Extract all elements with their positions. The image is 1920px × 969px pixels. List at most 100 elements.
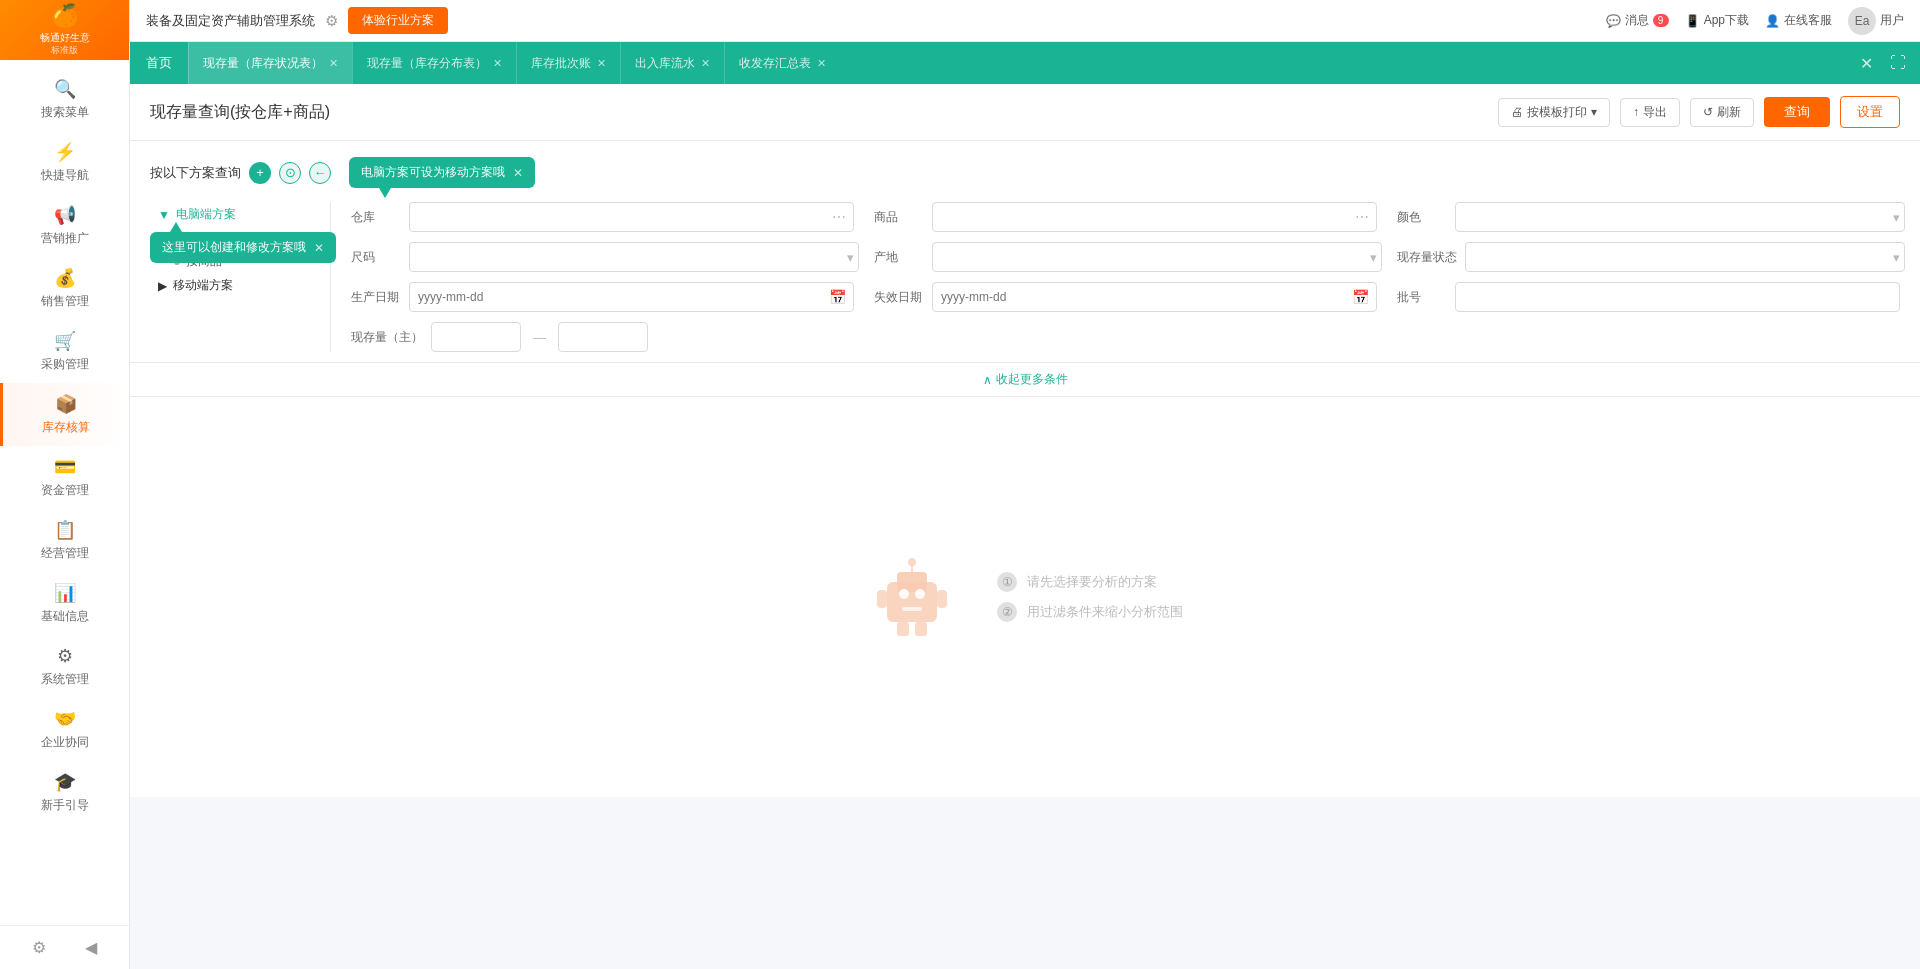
svg-rect-8 [915,622,927,636]
color-label: 颜色 [1397,209,1447,226]
inventory-status-select[interactable] [1465,242,1905,272]
basic-icon: 📊 [54,582,76,604]
filter-row-color: 颜色 ▾ [1397,202,1900,232]
industry-solution-button[interactable]: 体验行业方案 [348,7,448,34]
tab-inventory-dist-close[interactable]: ✕ [493,57,502,70]
warehouse-input-wrap: ⋯ [409,202,854,232]
empty-tip-2: ② 用过滤条件来缩小分析范围 [997,602,1183,622]
sidebar-logo: 🍊 畅通好生意 标准版 [0,0,129,60]
svg-point-10 [908,558,916,566]
warehouse-dots-icon[interactable]: ⋯ [832,209,846,225]
tab-inventory-status[interactable]: 现存量（库存状况表） ✕ [188,42,352,84]
guide-icon: 🎓 [54,771,76,793]
expiry-date-wrap: 📅 [932,282,1377,312]
refresh-button[interactable]: ↺ 刷新 [1690,98,1754,127]
header-online-support[interactable]: 👤 在线客服 [1765,12,1832,29]
sidebar-item-enterprise[interactable]: 🤝 企业协同 [0,698,129,761]
svg-point-2 [899,589,909,599]
tab-collection-close[interactable]: ✕ [817,57,826,70]
tabs-maximize-icon[interactable]: ⛶ [1884,49,1912,77]
filter-back-button[interactable]: ← [309,162,331,184]
tab-in-out[interactable]: 出入库流水 ✕ [620,42,724,84]
sidebar-item-sales[interactable]: 💰 销售管理 [0,257,129,320]
svg-rect-7 [897,622,909,636]
origin-select[interactable] [932,242,1382,272]
logo-icon: 🍊 [51,3,78,29]
inventory-status-label: 现存量状态 [1397,249,1457,266]
color-select[interactable] [1455,202,1905,232]
sidebar-item-finance[interactable]: 💳 资金管理 [0,446,129,509]
warehouse-input[interactable] [409,202,854,232]
expiry-date-input[interactable] [932,282,1377,312]
inventory-main-to[interactable] [558,322,648,352]
filter-copy-button[interactable]: ⊙ [279,162,301,184]
sidebar-item-marketing[interactable]: 📢 营销推广 [0,194,129,257]
content-area: ① 请先选择要分析的方案 ② 用过滤条件来缩小分析范围 [130,397,1920,797]
sidebar-item-search[interactable]: 🔍 搜索菜单 [0,68,129,131]
production-date-input[interactable] [409,282,854,312]
tab-home[interactable]: 首页 [130,42,188,84]
sidebar-settings-icon[interactable]: ⚙ [32,938,46,957]
sidebar-collapse-icon[interactable]: ◀ [85,938,97,957]
logo-title: 畅通好生意 [40,31,90,44]
main-content: 现存量查询(按仓库+商品) 🖨 按模板打印 ▾ ↑ 导出 ↺ 刷新 查询 设置 … [130,84,1920,969]
inventory-main-from[interactable] [431,322,521,352]
marketing-icon: 📢 [54,204,76,226]
template-print-button[interactable]: 🖨 按模板打印 ▾ [1498,98,1610,127]
filter-row-inventory-main: 现存量（主） — [351,322,854,352]
header-notifications[interactable]: 💬 消息 9 [1606,12,1669,29]
tab-collection[interactable]: 收发存汇总表 ✕ [724,42,840,84]
notifications-icon: 💬 [1606,14,1621,28]
sidebar-item-basic[interactable]: 📊 基础信息 [0,572,129,635]
sidebar-item-inventory-label: 库存核算 [42,419,90,436]
collapse-bar[interactable]: ∧ 收起更多条件 [130,363,1920,397]
filter-add-button[interactable]: + [249,162,271,184]
tab-inventory-status-close[interactable]: ✕ [329,57,338,70]
tip-2-num: ② [997,602,1017,622]
query-button[interactable]: 查询 [1764,97,1830,127]
size-select[interactable] [409,242,859,272]
empty-illustration [867,552,957,642]
filter-row-size: 尺码 ▾ [351,242,854,272]
scheme-tooltip-text: 电脑方案可设为移动方案哦 [361,164,505,181]
tab-batch-account-close[interactable]: ✕ [597,57,606,70]
goods-input[interactable] [932,202,1377,232]
filter-row-expiry-date: 失效日期 📅 [874,282,1377,312]
tab-in-out-close[interactable]: ✕ [701,57,710,70]
header-app-download[interactable]: 📱 App下载 [1685,12,1749,29]
purchase-icon: 🛒 [54,330,76,352]
back-icon: ← [314,165,327,180]
sidebar-item-guide[interactable]: 🎓 新手引导 [0,761,129,824]
sidebar-item-purchase[interactable]: 🛒 采购管理 [0,320,129,383]
app-download-label: App下载 [1704,12,1749,29]
sidebar-item-quicknav[interactable]: ⚡ 快捷导航 [0,131,129,194]
production-date-calendar-icon[interactable]: 📅 [829,289,846,305]
production-date-label: 生产日期 [351,289,401,306]
create-tooltip-text: 这里可以创建和修改方案哦 [162,239,306,256]
reset-button[interactable]: 设置 [1840,96,1900,128]
filter-fields: 仓库 ⋯ 商品 ⋯ 颜色 [351,202,1900,352]
batch-label: 批号 [1397,289,1447,306]
export-button[interactable]: ↑ 导出 [1620,98,1680,127]
tabs-bar-right: ✕ ⛶ [1852,49,1920,77]
sidebar-item-inventory[interactable]: 📦 库存核算 [0,383,129,446]
sidebar-item-system[interactable]: ⚙ 系统管理 [0,635,129,698]
goods-dots-icon[interactable]: ⋯ [1355,209,1369,225]
sidebar-item-operations[interactable]: 📋 经营管理 [0,509,129,572]
batch-input[interactable] [1455,282,1900,312]
tab-inventory-dist[interactable]: 现存量（库存分布表） ✕ [352,42,516,84]
tab-batch-account[interactable]: 库存批次账 ✕ [516,42,620,84]
expiry-date-calendar-icon[interactable]: 📅 [1352,289,1369,305]
header-gear-icon[interactable]: ⚙ [325,12,338,30]
tabs-close-all-icon[interactable]: ✕ [1852,49,1880,77]
sidebar-item-sales-label: 销售管理 [41,293,89,310]
create-tooltip-close[interactable]: ✕ [314,241,324,255]
sidebar: 🍊 畅通好生意 标准版 🔍 搜索菜单 ⚡ 快捷导航 📢 营销推广 💰 销售管理 … [0,0,130,969]
header-user[interactable]: Ea 用户 [1848,7,1904,35]
online-support-label: 在线客服 [1784,12,1832,29]
scheme-mobile-group[interactable]: ▶ 移动端方案 [150,273,310,298]
filter-area: 按以下方案查询 + ⊙ ← 电脑方案可设为移动方案哦 ✕ [130,141,1920,363]
app-download-icon: 📱 [1685,14,1700,28]
scheme-tooltip-close[interactable]: ✕ [513,166,523,180]
page-header: 现存量查询(按仓库+商品) 🖨 按模板打印 ▾ ↑ 导出 ↺ 刷新 查询 设置 [130,84,1920,141]
